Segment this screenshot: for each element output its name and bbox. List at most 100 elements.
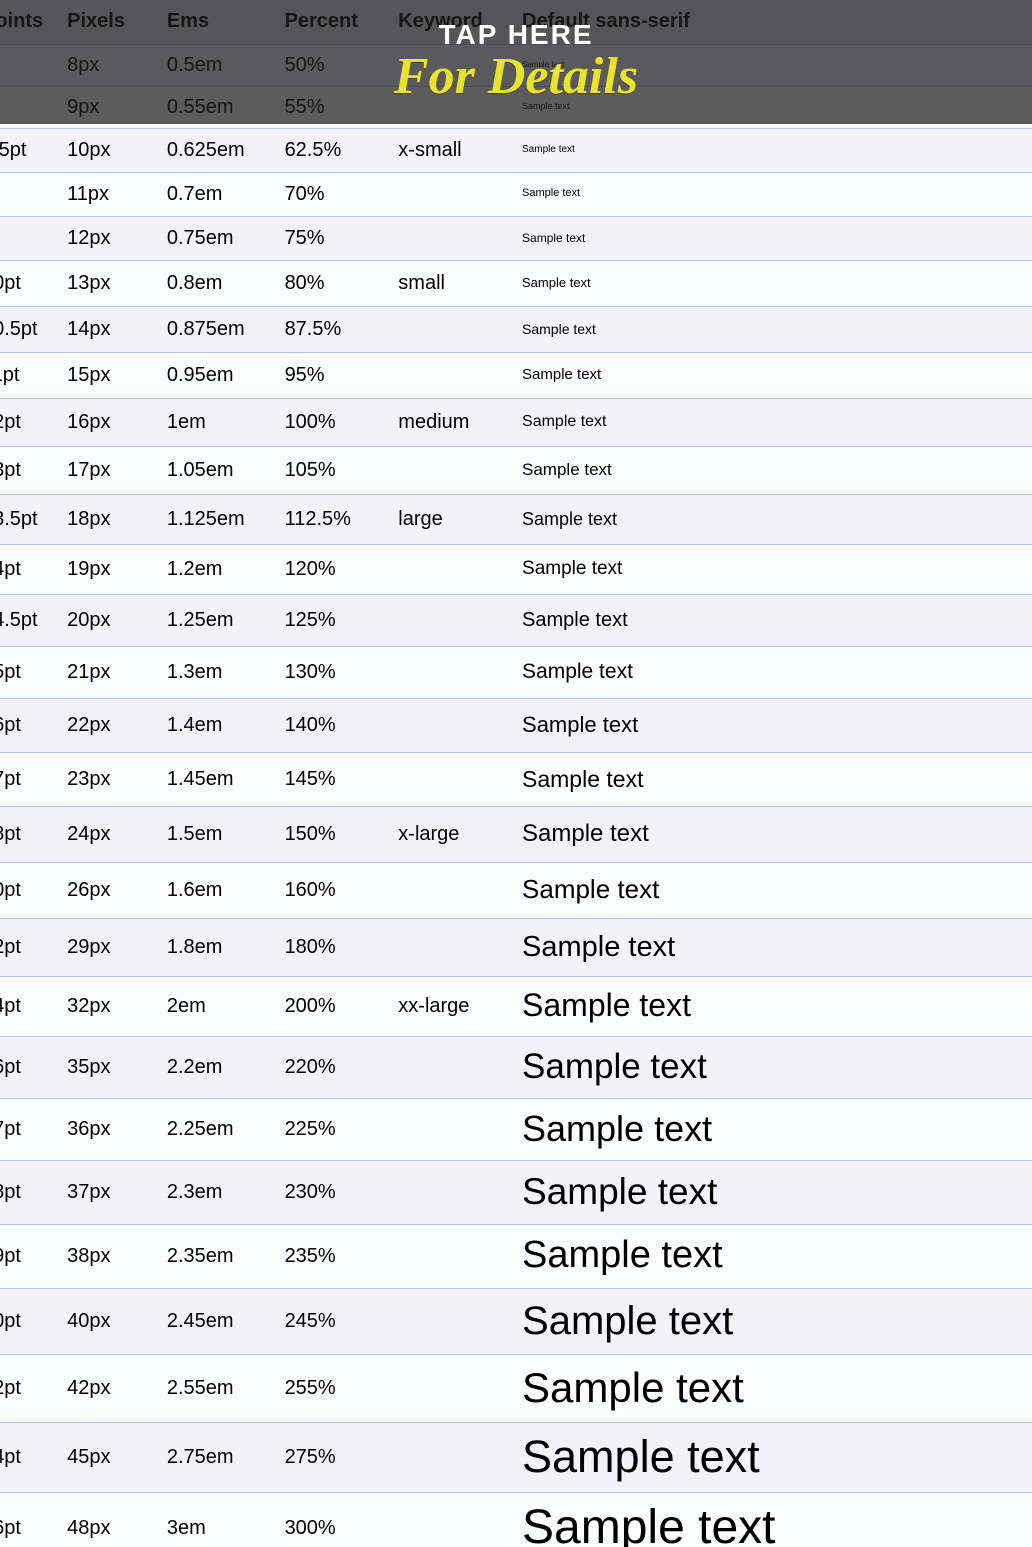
cell-sample-text: Sample text [510,544,1032,594]
table-row: 34pt45px2.75em275%Sample text [0,1422,1032,1492]
cell-sample-text: Sample text [510,1224,1032,1288]
cell-percent: 180% [273,918,387,976]
cell-keyword [386,306,510,352]
cell-sample-text: Sample text [510,1492,1032,1547]
cell-percent: 220% [273,1036,387,1098]
cell-percent: 300% [273,1492,387,1547]
cell-sample-text: Sample text [510,646,1032,698]
cell-percent: 95% [273,352,387,398]
cell-ems: 0.7em [155,172,273,216]
cell-points: 13pt [0,446,55,494]
cell-keyword [386,1224,510,1288]
cell-pixels: 13px [55,260,155,306]
cell-points [0,172,55,216]
cell-sample-text: Sample text [510,216,1032,260]
cell-points [0,216,55,260]
cell-percent: 235% [273,1224,387,1288]
cell-pixels: 40px [55,1288,155,1354]
cell-ems: 1.125em [155,494,273,544]
cell-keyword [386,1036,510,1098]
cell-pixels: 29px [55,918,155,976]
cell-keyword [386,862,510,918]
cell-sample-text: Sample text [510,752,1032,806]
table-row: 20pt26px1.6em160%Sample text [0,862,1032,918]
cell-pixels: 12px [55,216,155,260]
cell-keyword [386,698,510,752]
cell-points: 29pt [0,1224,55,1288]
cell-sample-text: Sample text [510,594,1032,646]
cell-sample-text: Sample text [510,1422,1032,1492]
cell-points: 18pt [0,806,55,862]
cell-points: 10pt [0,260,55,306]
cell-keyword [386,1354,510,1422]
cell-percent: 100% [273,398,387,446]
tap-here-banner[interactable]: TAP HERE For Details [0,0,1032,124]
cell-sample-text: Sample text [510,1354,1032,1422]
cell-pixels: 24px [55,806,155,862]
cell-sample-text: Sample text [510,976,1032,1036]
table-row: 32pt42px2.55em255%Sample text [0,1354,1032,1422]
cell-sample-text: Sample text [510,398,1032,446]
cell-keyword [386,646,510,698]
cell-pixels: 32px [55,976,155,1036]
cell-percent: 160% [273,862,387,918]
cell-sample-text: Sample text [510,1036,1032,1098]
cell-points: 34pt [0,1422,55,1492]
cell-keyword [386,1160,510,1224]
cell-ems: 1.05em [155,446,273,494]
table-row: 22pt29px1.8em180%Sample text [0,918,1032,976]
cell-points: 7.5pt [0,128,55,172]
cell-pixels: 17px [55,446,155,494]
table-row: 10.5pt14px0.875em87.5%Sample text [0,306,1032,352]
cell-percent: 87.5% [273,306,387,352]
cell-sample-text: Sample text [510,172,1032,216]
cell-keyword [386,446,510,494]
cell-percent: 105% [273,446,387,494]
banner-tap-line: TAP HERE [439,21,594,49]
cell-pixels: 21px [55,646,155,698]
cell-ems: 1em [155,398,273,446]
cell-ems: 2.45em [155,1288,273,1354]
cell-pixels: 15px [55,352,155,398]
cell-pixels: 38px [55,1224,155,1288]
cell-points: 30pt [0,1288,55,1354]
cell-sample-text: Sample text [510,806,1032,862]
cell-ems: 0.75em [155,216,273,260]
table-row: 29pt38px2.35em235%Sample text [0,1224,1032,1288]
cell-points: 24pt [0,976,55,1036]
cell-pixels: 18px [55,494,155,544]
cell-percent: 200% [273,976,387,1036]
cell-keyword: x-large [386,806,510,862]
table-row: 24pt32px2em200%xx-largeSample text [0,976,1032,1036]
cell-pixels: 36px [55,1098,155,1160]
cell-pixels: 26px [55,862,155,918]
cell-sample-text: Sample text [510,1288,1032,1354]
cell-sample-text: Sample text [510,352,1032,398]
cell-keyword [386,216,510,260]
cell-percent: 140% [273,698,387,752]
cell-keyword [386,1492,510,1547]
table-row: 36pt48px3em300%Sample text [0,1492,1032,1547]
cell-keyword [386,1422,510,1492]
cell-ems: 1.45em [155,752,273,806]
table-row: 26pt35px2.2em220%Sample text [0,1036,1032,1098]
font-size-conversion-table: Points Pixels Ems Percent Keyword Defaul… [0,0,1032,1547]
cell-keyword: xx-large [386,976,510,1036]
table-row: 10pt13px0.8em80%smallSample text [0,260,1032,306]
cell-points: 17pt [0,752,55,806]
cell-keyword: x-small [386,128,510,172]
cell-keyword: medium [386,398,510,446]
cell-pixels: 19px [55,544,155,594]
cell-percent: 125% [273,594,387,646]
cell-keyword: small [386,260,510,306]
cell-sample-text: Sample text [510,306,1032,352]
cell-keyword [386,1098,510,1160]
cell-sample-text: Sample text [510,494,1032,544]
cell-pixels: 22px [55,698,155,752]
cell-sample-text: Sample text [510,698,1032,752]
cell-ems: 1.4em [155,698,273,752]
table-row: 13pt17px1.05em105%Sample text [0,446,1032,494]
cell-points: 27pt [0,1098,55,1160]
cell-sample-text: Sample text [510,260,1032,306]
table-row: 11px0.7em70%Sample text [0,172,1032,216]
